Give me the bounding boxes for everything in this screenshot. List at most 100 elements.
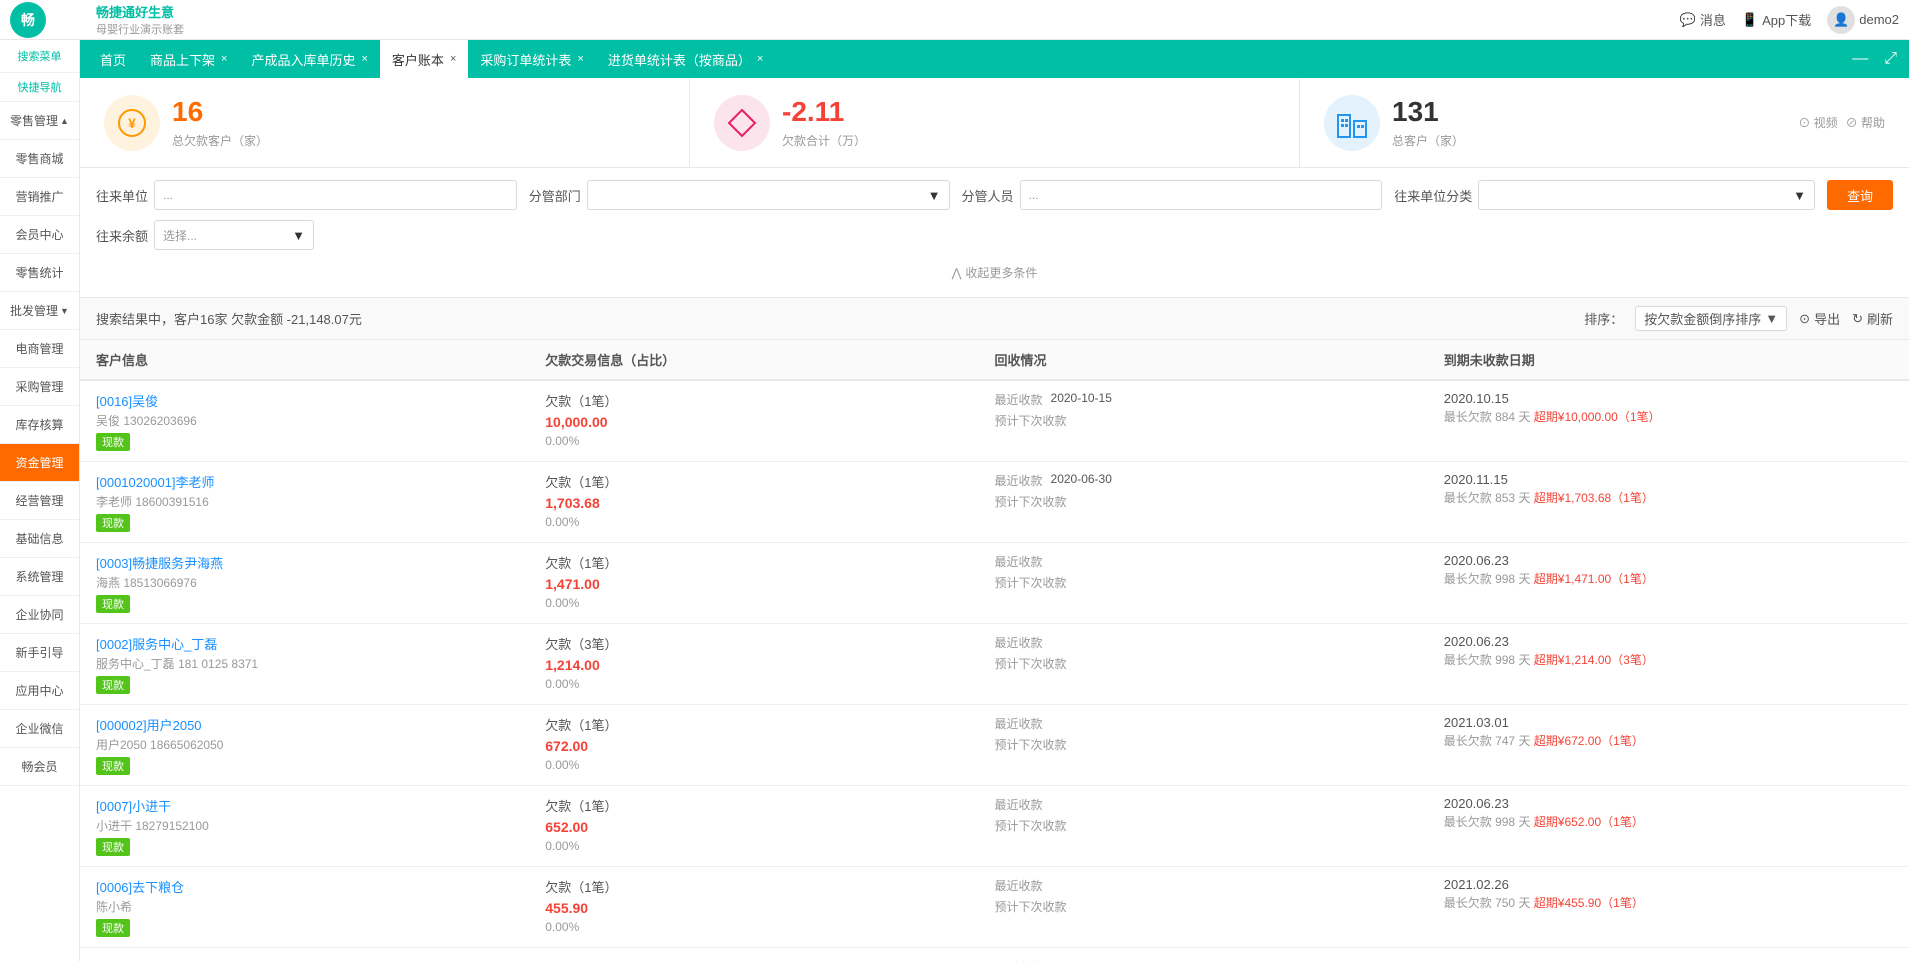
message-btn[interactable]: 💬 消息 — [1680, 10, 1726, 29]
overdue-link[interactable]: 超期¥1,703.68（1笔） — [1534, 491, 1654, 505]
debt-percent: 0.00% — [545, 920, 994, 934]
category-select[interactable]: ▼ — [1478, 180, 1815, 210]
sidebar-item-marketing[interactable]: 营销推广 — [0, 178, 79, 216]
sidebar-item-finance[interactable]: 资金管理 — [0, 444, 79, 482]
sidebar-item-wechat[interactable]: 企业微信 — [0, 710, 79, 748]
sidebar-quick-nav[interactable]: 快捷导航 — [0, 73, 79, 102]
sidebar-item-batch-mgmt[interactable]: 批发管理 ▼ — [0, 292, 79, 330]
customer-info: [000002]用户2050 用户2050 18665062050 现款 — [96, 715, 545, 775]
debt-percent: 0.00% — [545, 596, 994, 610]
due-days: 最长欠款 998 天 超期¥1,471.00（1笔） — [1444, 570, 1893, 587]
debt-amount: 672.00 — [545, 738, 994, 754]
due-info: 2020.06.23 最长欠款 998 天 超期¥1,214.00（3笔） — [1444, 634, 1893, 668]
col-header-debt: 欠款交易信息（占比） — [545, 350, 994, 369]
sidebar-search[interactable]: 搜索菜单 — [0, 40, 79, 73]
dept-select[interactable]: ▼ — [587, 180, 950, 210]
sidebar-item-member2[interactable]: 畅会员 — [0, 748, 79, 786]
tab-close-icon[interactable]: × — [757, 53, 763, 65]
tab-bar-actions: — ⤢ — [1848, 50, 1901, 68]
tab-label: 首页 — [100, 50, 126, 69]
sidebar-item-retail-mall[interactable]: 零售商城 — [0, 140, 79, 178]
sidebar-item-app-center[interactable]: 应用中心 — [0, 672, 79, 710]
tab-product-history[interactable]: 产成品入库单历史 × — [239, 40, 379, 78]
category-label: 往来单位分类 — [1394, 186, 1472, 205]
user-profile[interactable]: 👤 demo2 — [1827, 6, 1899, 34]
sidebar-item-ecommerce[interactable]: 电商管理 — [0, 330, 79, 368]
tab-close-icon[interactable]: × — [450, 53, 456, 65]
tab-purchase-goods[interactable]: 进货单统计表（按商品） × — [596, 40, 775, 78]
supplier-label: 往来单位 — [96, 186, 148, 205]
customer-name-link[interactable]: [0003]畅捷服务尹海燕 — [96, 556, 223, 571]
sort-select[interactable]: 按欠款金额倒序排序 ▼ — [1635, 306, 1787, 331]
filter-row-2: 往来余额 选择... ▼ — [96, 220, 1893, 250]
tab-goods-status[interactable]: 商品上下架 × — [138, 40, 239, 78]
sidebar-item-inventory[interactable]: 库存核算 — [0, 406, 79, 444]
sidebar-item-retail-stats[interactable]: 零售统计 — [0, 254, 79, 292]
customer-name-link[interactable]: [0002]服务中心_丁磊 — [96, 637, 217, 652]
filter-dept: 分管部门 ▼ — [529, 180, 950, 210]
filter-row-1: 往来单位 ... 分管部门 ▼ — [96, 180, 1893, 210]
table-row: [000002]用户2050 用户2050 18665062050 现款 欠款（… — [80, 705, 1909, 786]
debt-amount: 10,000.00 — [545, 414, 994, 430]
tab-close-icon[interactable]: × — [361, 53, 367, 65]
top-bar: 畅 畅捷通好生意 母婴行业演示账套 💬 消息 📱 App下载 👤 demo2 — [0, 0, 1909, 40]
tab-label: 进货单统计表（按商品） — [608, 50, 751, 69]
customer-name-link[interactable]: [0001020001]李老师 — [96, 475, 215, 490]
sidebar-item-newbie[interactable]: 新手引导 — [0, 634, 79, 672]
stat-value-3: 131 — [1392, 96, 1464, 128]
collapse-btn[interactable]: ⋀ 收起更多条件 — [96, 260, 1893, 285]
stat-icon-2 — [714, 95, 770, 151]
debt-amount: 455.90 — [545, 900, 994, 916]
debt-percent: 0.00% — [545, 434, 994, 448]
tab-purchase-stats[interactable]: 采购订单统计表 × — [468, 40, 595, 78]
debt-info: 欠款（1笔） 652.00 0.00% — [545, 796, 994, 853]
sidebar-item-operations[interactable]: 经营管理 — [0, 482, 79, 520]
help-btn[interactable]: ⊘ 帮助 — [1846, 114, 1885, 131]
overdue-link[interactable]: 超期¥672.00（1笔） — [1534, 734, 1644, 748]
customer-name-link[interactable]: [0006]去下粮仓 — [96, 880, 184, 895]
person-input[interactable]: ... — [1020, 180, 1383, 210]
due-date: 2020.06.23 — [1444, 634, 1893, 649]
customer-tag: 现款 — [96, 676, 130, 694]
stats-row: ¥ 16 总欠款客户（家） — [80, 78, 1909, 168]
customer-sub: 小进干 18279152100 — [96, 817, 545, 834]
due-info: 2020.06.23 最长欠款 998 天 超期¥652.00（1笔） — [1444, 796, 1893, 830]
overdue-link[interactable]: 超期¥1,214.00（3笔） — [1534, 653, 1654, 667]
tab-close-icon[interactable]: × — [577, 53, 583, 65]
customer-name-link[interactable]: [000002]用户2050 — [96, 718, 202, 733]
sidebar-item-system[interactable]: 系统管理 — [0, 558, 79, 596]
overdue-link[interactable]: 超期¥455.90（1笔） — [1534, 896, 1644, 910]
customer-sub: 陈小希 — [96, 898, 545, 915]
sidebar-item-purchase[interactable]: 采购管理 — [0, 368, 79, 406]
sidebar-item-retail-mgmt[interactable]: 零售管理 ▲ — [0, 102, 79, 140]
overdue-link[interactable]: 超期¥652.00（1笔） — [1534, 815, 1644, 829]
stat-card-2: -2.11 欠款合计（万） — [690, 79, 1300, 167]
recovery-info: 最近收款 预计下次收款 — [995, 877, 1444, 915]
tab-minimize-btn[interactable]: — — [1848, 50, 1872, 68]
building-icon — [1334, 105, 1370, 141]
due-info: 2021.02.26 最长欠款 750 天 超期¥455.90（1笔） — [1444, 877, 1893, 911]
query-button[interactable]: 查询 — [1827, 180, 1893, 210]
tab-customer-account[interactable]: 客户账本 × — [380, 40, 468, 78]
sidebar-item-member[interactable]: 会员中心 — [0, 216, 79, 254]
overdue-link[interactable]: 超期¥10,000.00（1笔） — [1534, 410, 1661, 424]
tab-home[interactable]: 首页 — [88, 40, 138, 78]
table-row: [000001]黄思源 黄思源 13552700226 现款 欠款（1笔） 42… — [80, 948, 1909, 961]
tab-maximize-btn[interactable]: ⤢ — [1880, 50, 1901, 68]
tab-close-icon[interactable]: × — [221, 53, 227, 65]
supplier-input[interactable]: ... — [154, 180, 517, 210]
customer-name-link[interactable]: [0016]吴俊 — [96, 394, 158, 409]
balance-select[interactable]: 选择... ▼ — [154, 220, 314, 250]
app-download-btn[interactable]: 📱 App下载 — [1742, 10, 1811, 29]
overdue-link[interactable]: 超期¥1,471.00（1笔） — [1534, 572, 1654, 586]
refresh-btn[interactable]: ↻ 刷新 — [1852, 309, 1893, 328]
table-row: [0003]畅捷服务尹海燕 海燕 18513066976 现款 欠款（1笔） 1… — [80, 543, 1909, 624]
customer-info: [0006]去下粮仓 陈小希 现款 — [96, 877, 545, 937]
customer-name-link[interactable]: [0007]小进干 — [96, 799, 171, 814]
sidebar-item-basic-info[interactable]: 基础信息 — [0, 520, 79, 558]
chevron-down-icon: ▼ — [1793, 188, 1806, 203]
export-btn[interactable]: ⊙ 导出 — [1799, 309, 1840, 328]
sidebar-item-enterprise[interactable]: 企业协同 — [0, 596, 79, 634]
recovery-label: 最近收款 — [995, 472, 1043, 489]
video-btn[interactable]: ⊙ 视频 — [1798, 114, 1837, 131]
